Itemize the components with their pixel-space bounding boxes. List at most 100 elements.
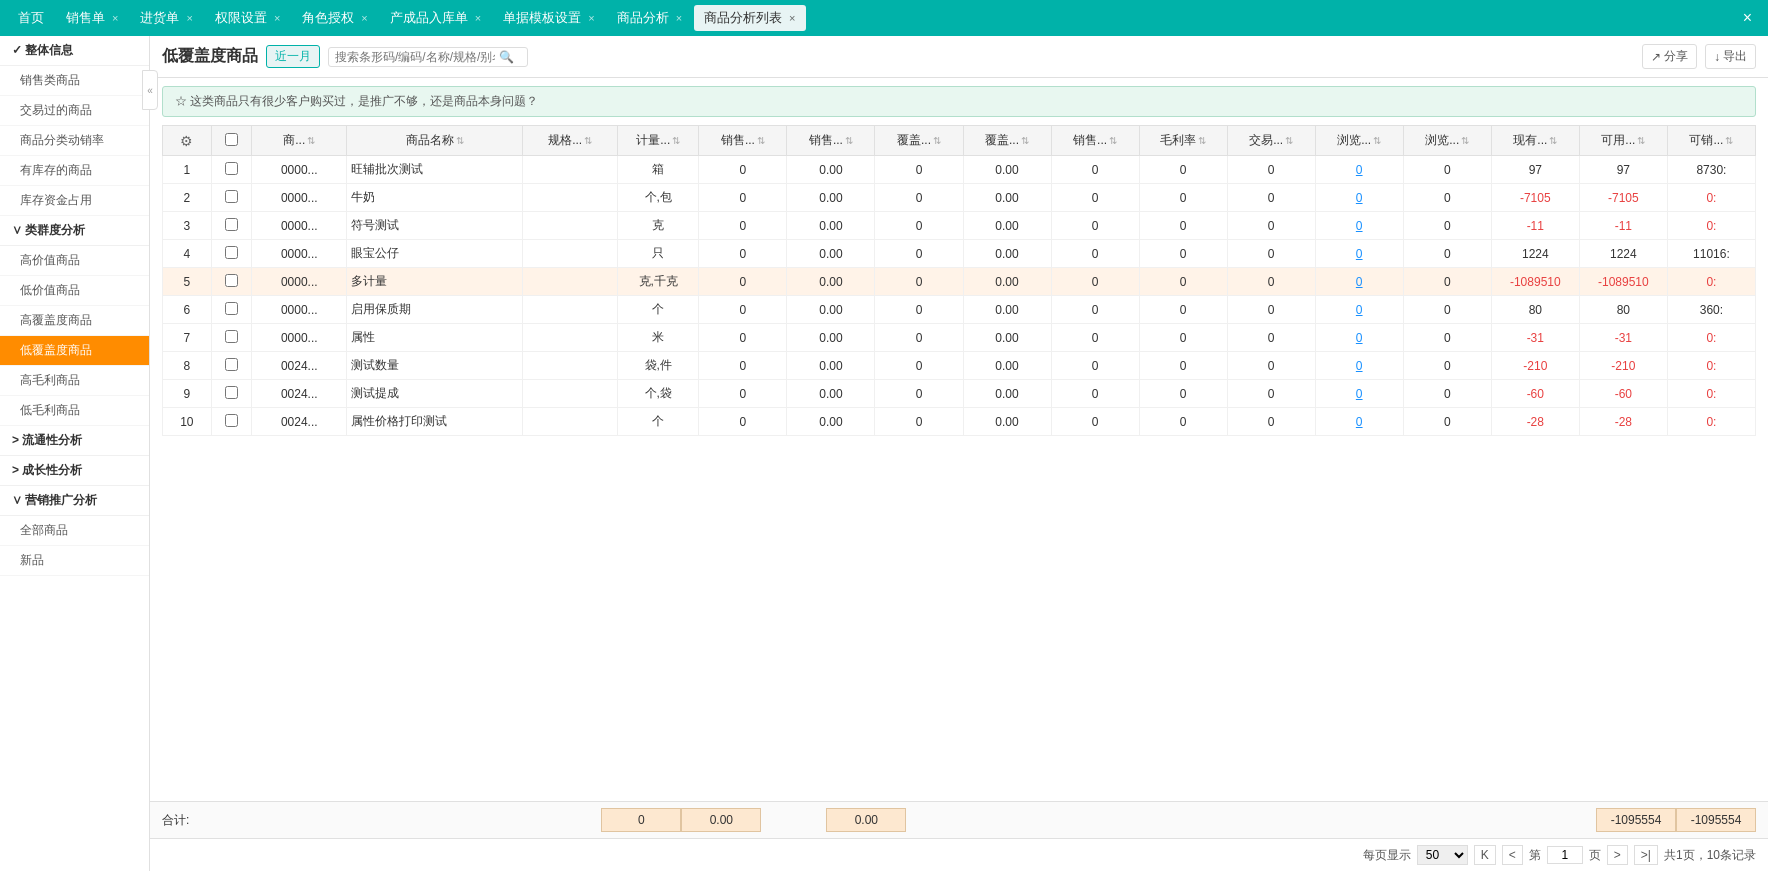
col-header-trade[interactable]: 交易...⇅	[1227, 126, 1315, 156]
row-browse1[interactable]: 0	[1315, 408, 1403, 436]
close-icon[interactable]: ×	[274, 12, 280, 24]
nav-item-production[interactable]: 产成品入库单 ×	[380, 5, 491, 31]
col-header-sales-amt[interactable]: 销售...⇅	[787, 126, 875, 156]
export-button[interactable]: ↓ 导出	[1705, 44, 1756, 69]
close-icon[interactable]: ×	[588, 12, 594, 24]
sidebar-item-high-margin[interactable]: 高毛利商品	[0, 366, 149, 396]
row-check[interactable]	[225, 386, 238, 399]
sidebar-item-high-coverage[interactable]: 高覆盖度商品	[0, 306, 149, 336]
nav-item-analysis[interactable]: 商品分析 ×	[607, 5, 692, 31]
col-header-code[interactable]: 商...⇅	[252, 126, 347, 156]
sidebar-group-overall[interactable]: ✓ 整体信息	[0, 36, 149, 66]
col-header-sales-qty[interactable]: 销售...⇅	[699, 126, 787, 156]
row-checkbox[interactable]	[211, 324, 252, 352]
row-checkbox[interactable]	[211, 380, 252, 408]
select-all-checkbox[interactable]	[225, 133, 238, 146]
sidebar-item-stock-goods[interactable]: 有库存的商品	[0, 156, 149, 186]
row-check[interactable]	[225, 190, 238, 203]
last-page-button[interactable]: >|	[1634, 845, 1658, 865]
sidebar-item-low-value[interactable]: 低价值商品	[0, 276, 149, 306]
page-input[interactable]	[1547, 846, 1583, 864]
nav-item-home[interactable]: 首页	[8, 5, 54, 31]
col-header-browse1[interactable]: 浏览...⇅	[1315, 126, 1403, 156]
next-page-button[interactable]: >	[1607, 845, 1628, 865]
col-header-available-stock[interactable]: 可用...⇅	[1579, 126, 1667, 156]
row-check[interactable]	[225, 218, 238, 231]
col-header-settings[interactable]: ⚙	[163, 126, 212, 156]
row-check[interactable]	[225, 274, 238, 287]
row-browse1[interactable]: 0	[1315, 268, 1403, 296]
sidebar-item-all-goods[interactable]: 全部商品	[0, 516, 149, 546]
sidebar-item-traded-goods[interactable]: 交易过的商品	[0, 96, 149, 126]
nav-item-role[interactable]: 角色授权 ×	[292, 5, 377, 31]
sidebar-item-new-goods[interactable]: 新品	[0, 546, 149, 576]
window-close-button[interactable]: ×	[1735, 5, 1760, 31]
sidebar-group-cluster[interactable]: ∨ 类群度分析	[0, 216, 149, 246]
row-browse1[interactable]: 0	[1315, 352, 1403, 380]
sidebar-item-category-rate[interactable]: 商品分类动销率	[0, 126, 149, 156]
row-browse1[interactable]: 0	[1315, 156, 1403, 184]
search-icon[interactable]: 🔍	[499, 50, 514, 64]
sidebar-item-sales-goods[interactable]: 销售类商品	[0, 66, 149, 96]
col-header-coverage1[interactable]: 覆盖...⇅	[875, 126, 963, 156]
col-header-browse2[interactable]: 浏览...⇅	[1403, 126, 1491, 156]
close-icon[interactable]: ×	[475, 12, 481, 24]
nav-item-purchase[interactable]: 进货单 ×	[130, 5, 202, 31]
row-coverage1: 0	[875, 324, 963, 352]
row-browse1[interactable]: 0	[1315, 184, 1403, 212]
row-checkbox[interactable]	[211, 268, 252, 296]
row-browse1[interactable]: 0	[1315, 240, 1403, 268]
row-checkbox[interactable]	[211, 212, 252, 240]
row-current-stock: -1089510	[1491, 268, 1579, 296]
sidebar-item-low-coverage[interactable]: 低覆盖度商品	[0, 336, 149, 366]
row-check[interactable]	[225, 302, 238, 315]
row-browse1[interactable]: 0	[1315, 212, 1403, 240]
row-gross-margin: 0	[1139, 380, 1227, 408]
row-checkbox[interactable]	[211, 296, 252, 324]
row-checkbox[interactable]	[211, 184, 252, 212]
sidebar-group-growth[interactable]: > 成长性分析	[0, 456, 149, 486]
prev-page-button[interactable]: <	[1502, 845, 1523, 865]
sidebar-collapse-button[interactable]: «	[142, 70, 158, 110]
col-header-coverage2[interactable]: 覆盖...⇅	[963, 126, 1051, 156]
close-icon[interactable]: ×	[112, 12, 118, 24]
row-check[interactable]	[225, 162, 238, 175]
row-check[interactable]	[225, 358, 238, 371]
share-button[interactable]: ↗ 分享	[1642, 44, 1697, 69]
row-check[interactable]	[225, 330, 238, 343]
sidebar-group-marketing[interactable]: ∨ 营销推广分析	[0, 486, 149, 516]
row-checkbox[interactable]	[211, 408, 252, 436]
close-icon[interactable]: ×	[361, 12, 367, 24]
row-browse1[interactable]: 0	[1315, 380, 1403, 408]
sidebar-group-flow[interactable]: > 流通性分析	[0, 426, 149, 456]
col-header-gross-margin[interactable]: 毛利率⇅	[1139, 126, 1227, 156]
nav-item-permission[interactable]: 权限设置 ×	[205, 5, 290, 31]
row-browse1[interactable]: 0	[1315, 324, 1403, 352]
close-icon[interactable]: ×	[789, 12, 795, 24]
row-checkbox[interactable]	[211, 156, 252, 184]
row-check[interactable]	[225, 246, 238, 259]
row-checkbox[interactable]	[211, 352, 252, 380]
sidebar-item-capital[interactable]: 库存资金占用	[0, 186, 149, 216]
row-browse1[interactable]: 0	[1315, 296, 1403, 324]
close-icon[interactable]: ×	[676, 12, 682, 24]
row-check[interactable]	[225, 414, 238, 427]
nav-item-template[interactable]: 单据模板设置 ×	[493, 5, 604, 31]
time-filter-button[interactable]: 近一月	[266, 45, 320, 68]
sidebar-item-high-value[interactable]: 高价值商品	[0, 246, 149, 276]
col-header-sellable[interactable]: 可销...⇅	[1667, 126, 1755, 156]
first-page-button[interactable]: K	[1474, 845, 1496, 865]
col-header-sales-rate[interactable]: 销售...⇅	[1051, 126, 1139, 156]
per-page-select[interactable]: 50 10 20 100	[1417, 845, 1468, 865]
row-checkbox[interactable]	[211, 240, 252, 268]
col-header-unit[interactable]: 计量...⇅	[618, 126, 699, 156]
close-icon[interactable]: ×	[186, 12, 192, 24]
sidebar-item-low-margin[interactable]: 低毛利商品	[0, 396, 149, 426]
nav-item-analysis-list[interactable]: 商品分析列表 ×	[694, 5, 805, 31]
col-header-spec[interactable]: 规格...⇅	[523, 126, 618, 156]
col-header-current-stock[interactable]: 现有...⇅	[1491, 126, 1579, 156]
col-header-name[interactable]: 商品名称⇅	[347, 126, 523, 156]
col-header-check[interactable]	[211, 126, 252, 156]
search-input[interactable]	[335, 50, 495, 64]
nav-item-sales[interactable]: 销售单 ×	[56, 5, 128, 31]
